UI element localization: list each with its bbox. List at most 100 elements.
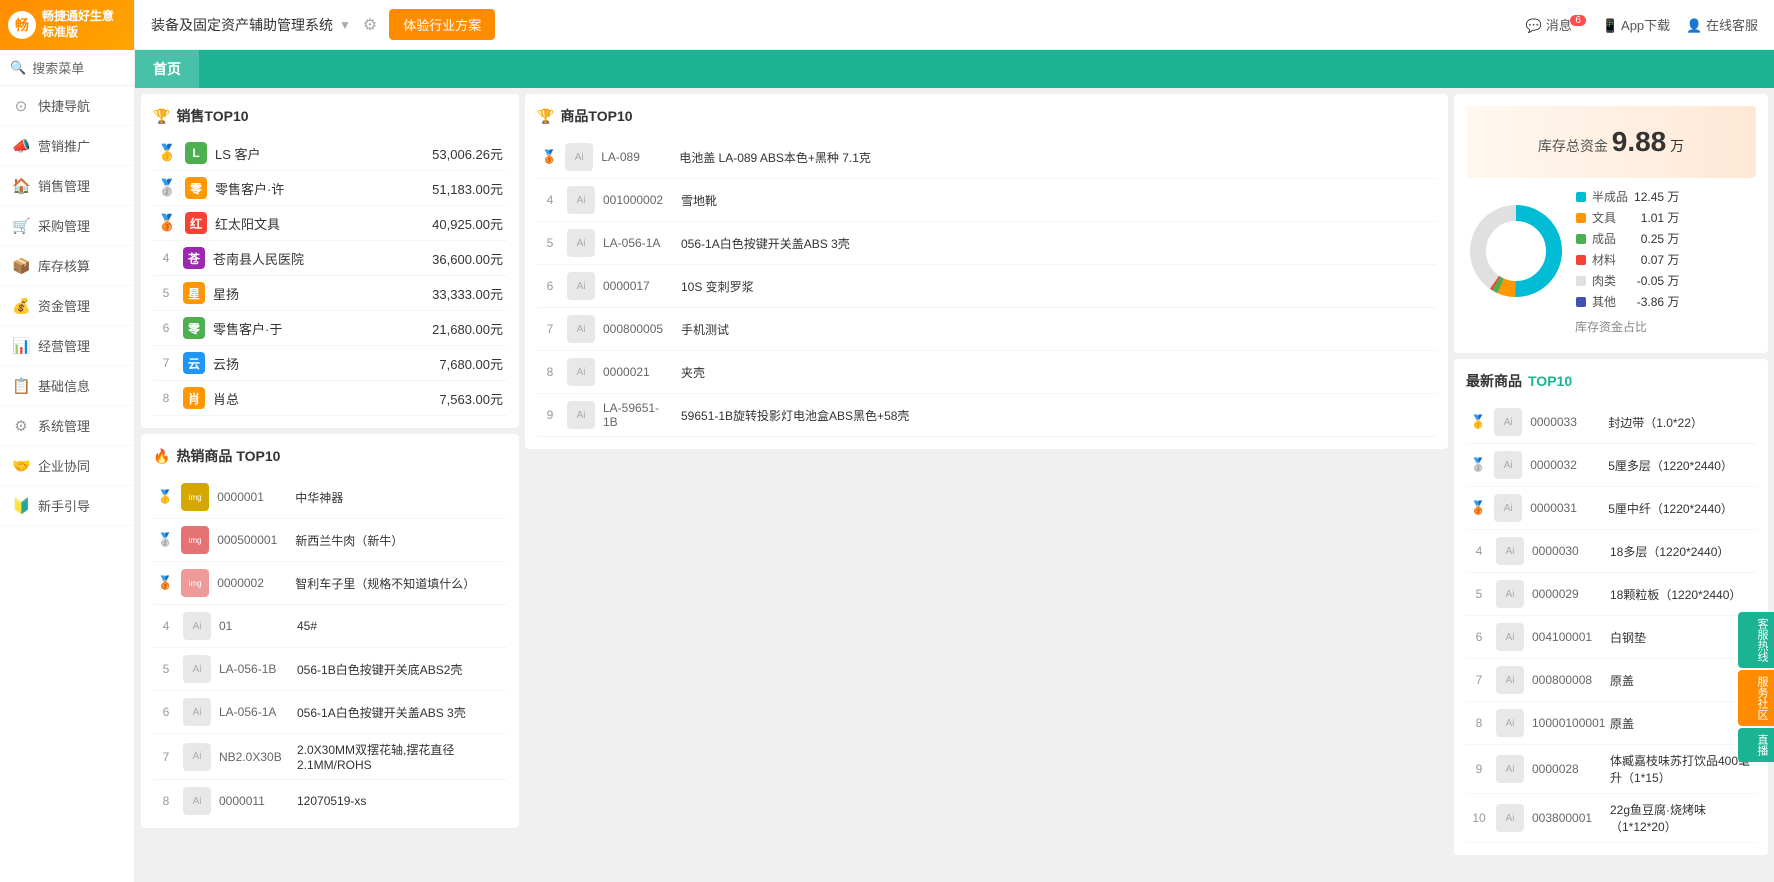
hot-products-card: 🔥 热销商品 TOP10 🥇 img 0000001 中华神器 🥈 [141,434,519,828]
service-community-button[interactable]: 服务社区 [1738,670,1774,726]
tab-home[interactable]: 首页 [135,50,199,88]
customer-amount: 53,006.26元 [432,144,503,163]
product-name: 5厘中纤（1220*2440） [1608,500,1752,517]
new-products-card: 最新商品 TOP10 🥇 Ai 0000033 封边带（1.0*22） 🥈 Ai… [1454,359,1768,855]
product-code: 0000030 [1532,544,1602,558]
sidebar-item-operations[interactable]: 📊 经营管理 [0,326,134,366]
donut-chart [1466,201,1566,301]
gear-icon[interactable]: ⚙ [363,15,377,35]
legend-value: 0.25 万 [1641,230,1680,247]
system-title: 装备及固定资产辅助管理系统 [151,15,333,35]
top-products-card: 🏆 商品TOP10 🥉 Ai LA-089 电池盖 LA-089 ABS本色+黑… [525,94,1448,449]
product-name: 056-1A白色按键开关盖ABS 3壳 [297,704,503,721]
customers-rank-table: 🥇 L LS 客户 53,006.26元 🥈 零 零售客户·许 51,183.0… [153,136,507,416]
customer-name: 云扬 [213,354,431,373]
inventory-total: 库存总资金 9.88 万 [1466,106,1756,178]
customer-badge: 云 [183,352,205,374]
dropdown-arrow-icon: ▼ [339,18,351,32]
customer-amount: 36,600.00元 [432,249,503,268]
table-row: 6 零 零售客户·于 21,680.00元 [153,311,507,346]
sidebar-item-base-info[interactable]: 📋 基础信息 [0,366,134,406]
product-name: 原盖 [1610,672,1752,689]
product-code: 0000031 [1530,501,1600,515]
legend-dot [1576,276,1586,286]
app-download-link[interactable]: 📱 App下载 [1602,15,1670,34]
product-name: 智利车子里（规格不知道填什么） [295,575,503,592]
sidebar-item-marketing[interactable]: 📣 营销推广 [0,126,134,166]
customer-name: 零售客户·于 [213,319,424,338]
product-image: Ai [567,401,595,429]
product-image: Ai [1496,537,1524,565]
top-products-label: 商品TOP10 [560,106,632,126]
legend-dot [1576,213,1586,223]
sidebar-item-sales[interactable]: 🏠 销售管理 [0,166,134,206]
customer-badge: 红 [185,212,207,234]
logo-icon: 畅 [8,11,36,39]
legend-item: 其他 -3.86 万 [1576,293,1679,310]
product-code: 0000001 [217,490,287,504]
product-code: 0000029 [1532,587,1602,601]
inventory-card: 库存总资金 9.88 万 [1454,94,1768,353]
sidebar-search[interactable]: 🔍 搜索菜单 [0,50,134,86]
product-row: 5 Ai LA-056-1B 056-1B白色按键开关底ABS2壳 [153,648,507,691]
product-image: Ai [565,143,593,171]
product-name: 手机测试 [681,321,1432,338]
product-name: 056-1A白色按键开关盖ABS 3壳 [681,235,1432,252]
product-name: 中华神器 [295,489,503,506]
product-image: Ai [183,698,211,726]
notification-item[interactable]: 💬 消息 6 [1526,15,1586,34]
legend-label: 其他 [1592,293,1631,310]
product-code: LA-056-1A [219,705,289,719]
sidebar-item-finance[interactable]: 💰 资金管理 [0,286,134,326]
product-name: 体臧嘉枝味苏打饮品400毫升（1*15） [1610,752,1752,786]
product-image: Ai [1496,804,1524,832]
trial-button[interactable]: 体验行业方案 [389,9,495,40]
legend-dot [1576,192,1586,202]
product-image: Ai [567,229,595,257]
customer-name: 肖总 [213,389,431,408]
product-image: img [181,483,209,511]
product-row: 7 Ai NB2.0X30B 2.0X30MM双摆花轴,摆花直径2.1MM/RO… [153,734,507,780]
search-label: 搜索菜单 [32,58,84,77]
nav-label: 快捷导航 [38,96,90,115]
product-row: 🥉 img 0000002 智利车子里（规格不知道填什么） [153,562,507,605]
customer-service-button[interactable]: 客服热线 [1738,612,1774,668]
new-products-label: 最新商品 [1466,371,1522,391]
sidebar-item-quick-nav[interactable]: ⊙ 快捷导航 [0,86,134,126]
online-service-label: 在线客服 [1706,18,1758,33]
product-image: Ai [567,272,595,300]
customer-amount: 7,563.00元 [439,389,503,408]
product-image: Ai [1494,451,1522,479]
product-image: Ai [183,655,211,683]
rank-medal-1: 🥇 [157,143,177,163]
product-name: 45# [297,619,503,633]
new-products-title: 最新商品 TOP10 [1466,371,1756,391]
online-service-link[interactable]: 👤 在线客服 [1686,15,1758,34]
nav-label: 系统管理 [38,416,90,435]
rank-medal-2: 🥈 [157,532,173,548]
rank-medal-2: 🥈 [157,178,177,198]
product-row: 5 Ai LA-056-1A 056-1A白色按键开关盖ABS 3壳 [537,222,1436,265]
nav-tabs: 首页 [135,50,1774,88]
customer-amount: 7,680.00元 [439,354,503,373]
product-row: 🥇 Ai 0000033 封边带（1.0*22） [1466,401,1756,444]
sidebar-item-guide[interactable]: 🔰 新手引导 [0,486,134,526]
product-row: 6 Ai 0000017 10S 变刺罗浆 [537,265,1436,308]
product-row: 🥉 Ai 0000031 5厘中纤（1220*2440） [1466,487,1756,530]
product-name: 056-1B白色按键开关底ABS2壳 [297,661,503,678]
legend-label: 半成品 [1592,188,1628,205]
hot-products-label: 热销商品 TOP10 [176,446,280,466]
legend-label: 肉类 [1592,272,1631,289]
legend-dot [1576,297,1586,307]
product-row: 6 Ai LA-056-1A 056-1A白色按键开关盖ABS 3壳 [153,691,507,734]
product-image: Ai [567,358,595,386]
topbar-right: 💬 消息 6 📱 App下载 👤 在线客服 [1526,15,1758,34]
live-stream-button[interactable]: 直播 [1738,728,1774,762]
sidebar-item-inventory[interactable]: 📦 库存核算 [0,246,134,286]
product-image: Ai [1494,494,1522,522]
sidebar-item-system[interactable]: ⚙ 系统管理 [0,406,134,446]
sidebar-item-enterprise[interactable]: 🤝 企业协同 [0,446,134,486]
sidebar-item-purchase[interactable]: 🛒 采购管理 [0,206,134,246]
table-row: 🥇 L LS 客户 53,006.26元 [153,136,507,171]
float-service-panel: 客服热线 服务社区 直播 [1738,612,1774,762]
